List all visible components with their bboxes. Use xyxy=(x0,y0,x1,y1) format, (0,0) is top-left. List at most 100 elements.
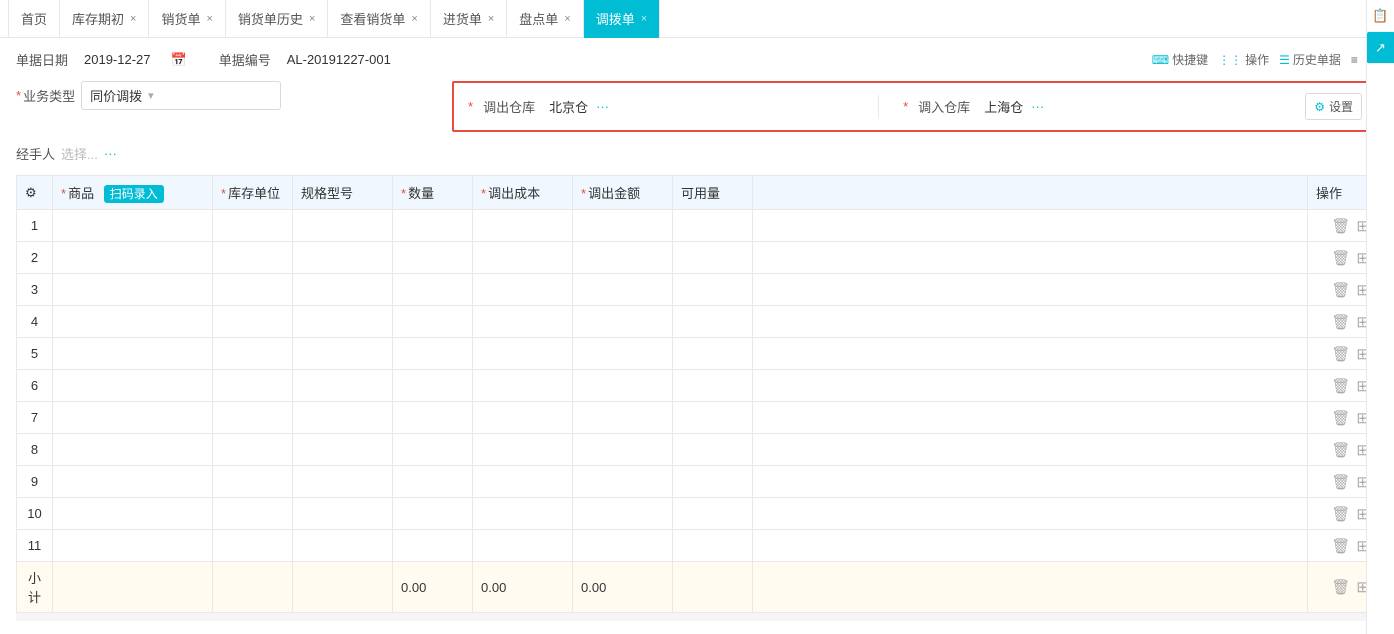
row-10-qty[interactable] xyxy=(393,498,473,530)
row-2-product[interactable] xyxy=(53,242,213,274)
row-3-spec[interactable] xyxy=(293,274,393,306)
row-3-qty[interactable] xyxy=(393,274,473,306)
row-10-product[interactable] xyxy=(53,498,213,530)
row-6-spec[interactable] xyxy=(293,370,393,402)
row-1-spec[interactable] xyxy=(293,210,393,242)
row-11-unit[interactable] xyxy=(213,530,293,562)
row-1-cost[interactable] xyxy=(473,210,573,242)
row-2-delete-icon[interactable]: 🗑 xyxy=(1331,249,1350,267)
row-5-delete-icon[interactable]: 🗑 xyxy=(1331,345,1350,363)
row-7-qty[interactable] xyxy=(393,402,473,434)
sidebar-expand-icon[interactable]: ↗ xyxy=(1367,32,1394,64)
view-toggle-list[interactable]: ≡ xyxy=(1351,53,1358,67)
operations-button[interactable]: ⋮⋮ 操作 xyxy=(1218,51,1269,68)
row-11-product[interactable] xyxy=(53,530,213,562)
row-9-qty[interactable] xyxy=(393,466,473,498)
tab-sales-history-close[interactable]: × xyxy=(309,13,315,25)
tab-purchase-order-close[interactable]: × xyxy=(488,13,494,25)
row-3-unit[interactable] xyxy=(213,274,293,306)
tab-view-sales[interactable]: 查看销货单 × xyxy=(328,0,430,38)
row-10-amount[interactable] xyxy=(573,498,673,530)
row-10-unit[interactable] xyxy=(213,498,293,530)
row-2-amount[interactable] xyxy=(573,242,673,274)
row-8-delete-icon[interactable]: 🗑 xyxy=(1331,441,1350,459)
transfer-in-more[interactable]: ··· xyxy=(1031,99,1044,114)
row-7-product[interactable] xyxy=(53,402,213,434)
row-9-spec[interactable] xyxy=(293,466,393,498)
row-3-amount[interactable] xyxy=(573,274,673,306)
row-1-unit[interactable] xyxy=(213,210,293,242)
row-4-spec[interactable] xyxy=(293,306,393,338)
row-4-unit[interactable] xyxy=(213,306,293,338)
sidebar-notes-icon[interactable]: 📋 xyxy=(1367,0,1394,32)
row-1-delete-icon[interactable]: 🗑 xyxy=(1331,217,1350,235)
row-10-cost[interactable] xyxy=(473,498,573,530)
calendar-icon[interactable]: 📅 xyxy=(171,52,187,68)
row-9-product[interactable] xyxy=(53,466,213,498)
tab-sales-order[interactable]: 销货单 × xyxy=(149,0,225,38)
subtotal-delete-icon[interactable]: 🗑 xyxy=(1331,578,1350,596)
horizontal-scrollbar[interactable] xyxy=(16,613,1378,621)
row-8-spec[interactable] xyxy=(293,434,393,466)
row-1-amount[interactable] xyxy=(573,210,673,242)
row-10-delete-icon[interactable]: 🗑 xyxy=(1331,505,1350,523)
row-1-product[interactable] xyxy=(53,210,213,242)
row-3-cost[interactable] xyxy=(473,274,573,306)
row-2-cost[interactable] xyxy=(473,242,573,274)
transfer-out-more[interactable]: ··· xyxy=(596,99,609,114)
row-10-spec[interactable] xyxy=(293,498,393,530)
history-button[interactable]: ☰ 历史单据 xyxy=(1279,51,1341,68)
row-7-delete-icon[interactable]: 🗑 xyxy=(1331,409,1350,427)
row-7-spec[interactable] xyxy=(293,402,393,434)
settings-button[interactable]: ⚙ 设置 xyxy=(1305,93,1362,120)
row-5-product[interactable] xyxy=(53,338,213,370)
row-3-product[interactable] xyxy=(53,274,213,306)
row-6-unit[interactable] xyxy=(213,370,293,402)
row-11-spec[interactable] xyxy=(293,530,393,562)
row-2-qty[interactable] xyxy=(393,242,473,274)
row-6-product[interactable] xyxy=(53,370,213,402)
row-11-amount[interactable] xyxy=(573,530,673,562)
row-4-delete-icon[interactable]: 🗑 xyxy=(1331,313,1350,331)
row-6-amount[interactable] xyxy=(573,370,673,402)
row-6-delete-icon[interactable]: 🗑 xyxy=(1331,377,1350,395)
row-5-spec[interactable] xyxy=(293,338,393,370)
shortcuts-button[interactable]: ⌨ 快捷键 xyxy=(1152,51,1208,68)
row-8-cost[interactable] xyxy=(473,434,573,466)
row-4-amount[interactable] xyxy=(573,306,673,338)
row-6-cost[interactable] xyxy=(473,370,573,402)
row-7-cost[interactable] xyxy=(473,402,573,434)
row-4-product[interactable] xyxy=(53,306,213,338)
row-8-qty[interactable] xyxy=(393,434,473,466)
agent-more[interactable]: ··· xyxy=(104,146,117,161)
scan-button[interactable]: 扫码录入 xyxy=(104,185,164,203)
tab-inventory-init-close[interactable]: × xyxy=(130,13,136,25)
row-2-unit[interactable] xyxy=(213,242,293,274)
row-7-amount[interactable] xyxy=(573,402,673,434)
row-8-unit[interactable] xyxy=(213,434,293,466)
row-9-unit[interactable] xyxy=(213,466,293,498)
row-9-delete-icon[interactable]: 🗑 xyxy=(1331,473,1350,491)
business-type-select[interactable]: 同价调拨 ▾ xyxy=(81,81,281,110)
tab-inventory-count[interactable]: 盘点单 × xyxy=(507,0,583,38)
row-7-unit[interactable] xyxy=(213,402,293,434)
tab-sales-history[interactable]: 销货单历史 × xyxy=(226,0,328,38)
row-4-cost[interactable] xyxy=(473,306,573,338)
col-gear[interactable]: ⚙ xyxy=(17,176,53,210)
tab-home[interactable]: 首页 xyxy=(8,0,60,38)
row-3-delete-icon[interactable]: 🗑 xyxy=(1331,281,1350,299)
tab-view-sales-close[interactable]: × xyxy=(411,13,417,25)
row-11-delete-icon[interactable]: 🗑 xyxy=(1331,537,1350,555)
row-9-amount[interactable] xyxy=(573,466,673,498)
tab-sales-order-close[interactable]: × xyxy=(206,13,212,25)
row-9-cost[interactable] xyxy=(473,466,573,498)
row-11-cost[interactable] xyxy=(473,530,573,562)
row-5-unit[interactable] xyxy=(213,338,293,370)
row-5-cost[interactable] xyxy=(473,338,573,370)
row-2-spec[interactable] xyxy=(293,242,393,274)
tab-inventory-init[interactable]: 库存期初 × xyxy=(60,0,149,38)
row-1-qty[interactable] xyxy=(393,210,473,242)
row-5-amount[interactable] xyxy=(573,338,673,370)
row-8-amount[interactable] xyxy=(573,434,673,466)
row-4-qty[interactable] xyxy=(393,306,473,338)
